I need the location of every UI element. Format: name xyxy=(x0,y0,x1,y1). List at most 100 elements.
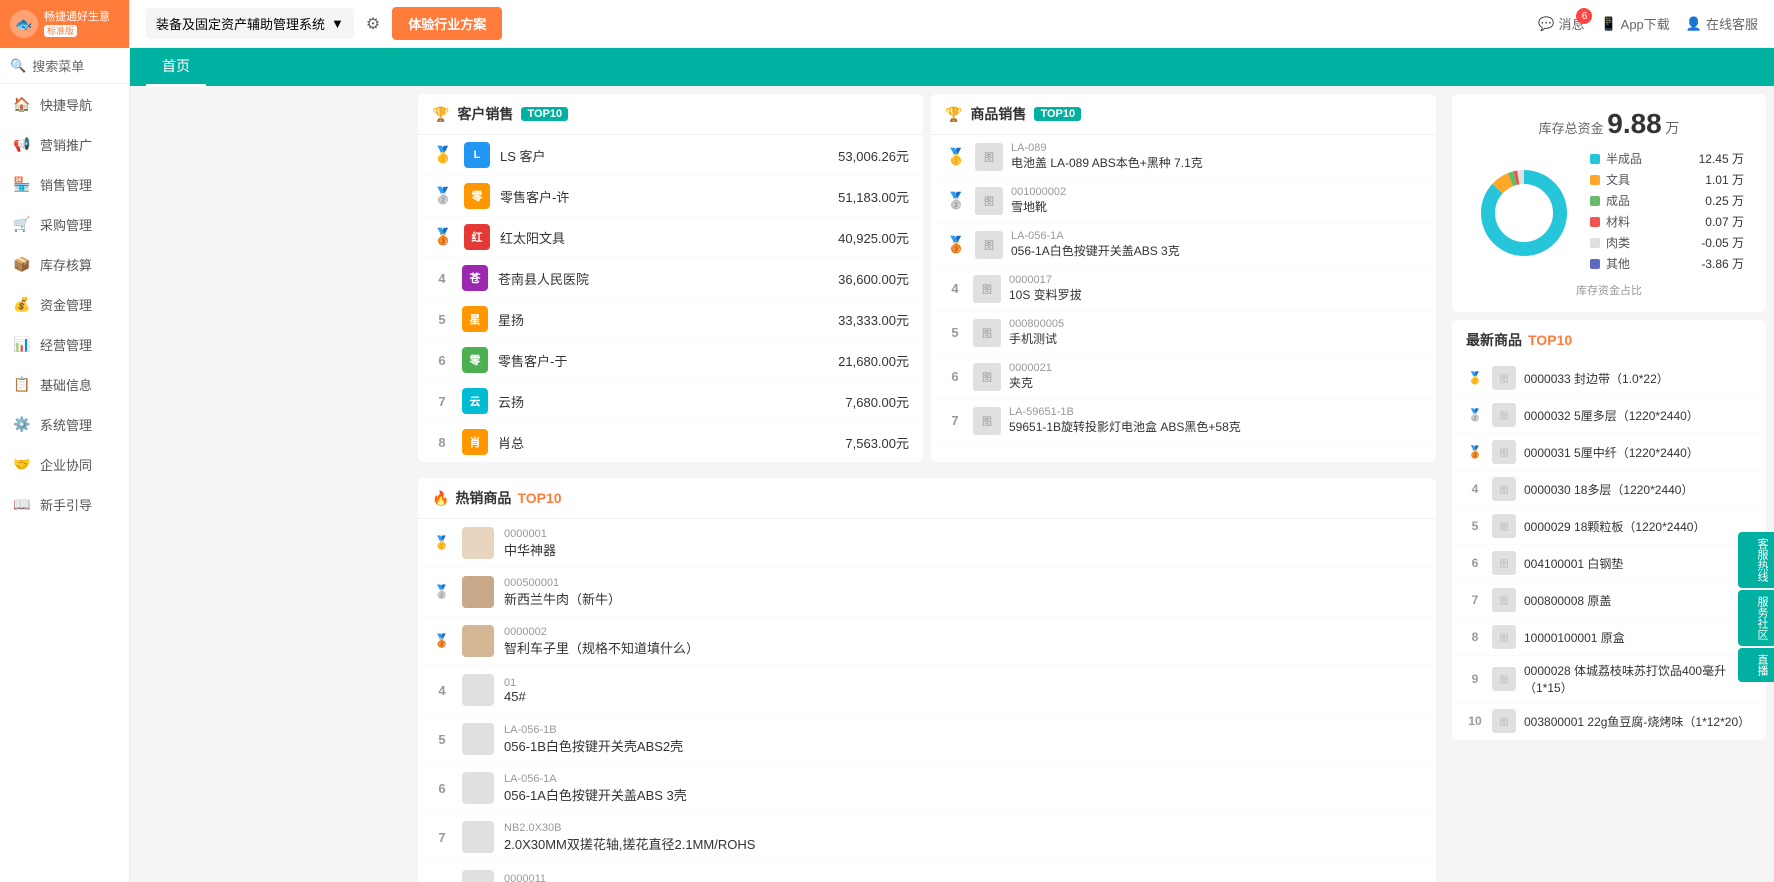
rank-item[interactable]: 🥇 L LS 客户 53,006.26元 xyxy=(418,135,923,176)
customer-value: 7,563.00元 xyxy=(845,433,909,452)
customer-name: 云扬 xyxy=(498,392,835,411)
customer-avatar: 肖 xyxy=(462,429,488,455)
new-product-item[interactable]: 🥉 图 0000031 5厘中纤（1220*2440） xyxy=(1452,434,1766,471)
new-product-thumb: 图 xyxy=(1492,403,1516,427)
hot-item[interactable]: 🥈 000500001 新西兰牛肉（新牛） xyxy=(418,568,1436,617)
rank-item[interactable]: 🥉 红 红太阳文具 40,925.00元 xyxy=(418,217,923,258)
hot-item[interactable]: 🥉 0000002 智利车子里（规格不知道填什么） xyxy=(418,617,1436,666)
sidebar-item-system[interactable]: ⚙️ 系统管理 xyxy=(0,404,129,444)
new-product-item[interactable]: 6 图 004100001 白钢垫 xyxy=(1452,545,1766,582)
sidebar-item-finance[interactable]: 💰 资金管理 xyxy=(0,284,129,324)
search-menu[interactable]: 🔍 搜索菜单 xyxy=(0,48,129,84)
settings-icon[interactable]: ⚙ xyxy=(366,14,380,34)
new-product-thumb: 图 xyxy=(1492,514,1516,538)
new-product-item[interactable]: 8 图 10000100001 原盒 xyxy=(1452,619,1766,656)
message-button[interactable]: 💬 消息 6 xyxy=(1538,14,1584,33)
hot-item[interactable]: 6 LA-056-1A 056-1A白色按键开关盖ABS 3壳 xyxy=(418,764,1436,813)
system-selector[interactable]: 装备及固定资产辅助管理系统 ▼ xyxy=(146,8,354,39)
product-rank-item[interactable]: 🥉 图 LA-056-1A 056-1A白色按键开关盖ABS 3克 xyxy=(931,223,1436,267)
product-rank-item[interactable]: 5 图 000800005 手机测试 xyxy=(931,311,1436,355)
newest-products-list: 🥇 图 0000033 封边带（1.0*22） 🥈 图 0000032 5厘多层… xyxy=(1452,360,1766,740)
product-rank-item[interactable]: 7 图 LA-59651-1B 59651-1B旋转投影灯电池盒 ABS黑色+5… xyxy=(931,399,1436,443)
new-product-item[interactable]: 7 图 000800008 原盖 xyxy=(1452,582,1766,619)
customer-value: 33,333.00元 xyxy=(838,310,909,329)
sidebar-item-purchase[interactable]: 🛒 采购管理 xyxy=(0,204,129,244)
header-right: 💬 消息 6 📱 App下载 👤 在线客服 xyxy=(1538,14,1758,33)
sidebar-item-quick-nav[interactable]: 🏠 快捷导航 xyxy=(0,84,129,124)
new-product-item[interactable]: 9 图 0000028 体城荔枝味苏打饮品400毫升（1*15） xyxy=(1452,656,1766,703)
new-product-item[interactable]: 4 图 0000030 18多层（1220*2440） xyxy=(1452,471,1766,508)
sidebar-item-cooperation[interactable]: 🤝 企业协同 xyxy=(0,444,129,484)
rank-item[interactable]: 4 苍 苍南县人民医院 36,600.00元 xyxy=(418,258,923,299)
donut-chart-container: 半成品 12.45 万 文具 1.01 万 成品 0.25 万 材料 0.07 … xyxy=(1466,150,1752,276)
float-customer-service[interactable]: 客服热线 xyxy=(1738,532,1774,588)
legend-item: 材料 0.07 万 xyxy=(1590,213,1744,230)
new-product-thumb: 图 xyxy=(1492,625,1516,649)
left-panel xyxy=(130,86,410,882)
product-info: 000800005 手机测试 xyxy=(1009,318,1422,347)
customer-value: 36,600.00元 xyxy=(838,269,909,288)
sidebar-item-guide[interactable]: 📖 新手引导 xyxy=(0,484,129,524)
rank-item[interactable]: 6 零 零售客户-于 21,680.00元 xyxy=(418,340,923,381)
hot-product-thumb xyxy=(462,674,494,706)
ranking-icon: 🏆 xyxy=(432,106,449,123)
online-service-button[interactable]: 👤 在线客服 xyxy=(1686,14,1758,33)
rank-item[interactable]: 7 云 云扬 7,680.00元 xyxy=(418,381,923,422)
hot-item[interactable]: 8 0000011 12070519-xs xyxy=(418,862,1436,882)
new-product-item[interactable]: 🥈 图 0000032 5厘多层（1220*2440） xyxy=(1452,397,1766,434)
medal-icon: 🥈 xyxy=(432,186,454,206)
legend-item: 文具 1.01 万 xyxy=(1590,171,1744,188)
sidebar-item-marketing[interactable]: 📢 营销推广 xyxy=(0,124,129,164)
hot-item[interactable]: 7 NB2.0X30B 2.0X30MM双搓花轴,搓花直径2.1MM/ROHS xyxy=(418,813,1436,862)
legend-item: 半成品 12.45 万 xyxy=(1590,150,1744,167)
message-icon: 💬 xyxy=(1538,16,1554,32)
sidebar-item-inventory[interactable]: 📦 库存核算 xyxy=(0,244,129,284)
hot-item[interactable]: 🥇 0000001 中华神器 xyxy=(418,519,1436,568)
product-thumb: 图 xyxy=(973,363,1001,391)
new-product-thumb: 图 xyxy=(1492,667,1516,691)
inventory-card: 库存总资金 9.88 万 xyxy=(1452,94,1766,312)
hot-product-thumb xyxy=(462,772,494,804)
operations-icon: 📊 xyxy=(12,334,32,354)
float-live[interactable]: 直播 xyxy=(1738,648,1774,682)
customer-name: 红太阳文具 xyxy=(500,228,828,247)
rank-number: 6 xyxy=(432,353,452,368)
marketing-icon: 📢 xyxy=(12,134,32,154)
new-product-item[interactable]: 10 图 003800001 22g鱼豆腐-烧烤味（1*12*20） xyxy=(1452,703,1766,740)
rank-number: 5 xyxy=(432,312,452,327)
sidebar-item-basics[interactable]: 📋 基础信息 xyxy=(0,364,129,404)
float-community[interactable]: 服务社区 xyxy=(1738,590,1774,646)
product-rank-item[interactable]: 6 图 0000021 夹克 xyxy=(931,355,1436,399)
hot-product-thumb xyxy=(462,870,494,882)
sidebar-item-operations[interactable]: 📊 经营管理 xyxy=(0,324,129,364)
rank-item[interactable]: 🥈 零 零售客户-许 51,183.00元 xyxy=(418,176,923,217)
search-icon: 🔍 xyxy=(10,58,26,74)
sidebar-item-sales[interactable]: 🏪 销售管理 xyxy=(0,164,129,204)
donut-chart xyxy=(1474,163,1574,263)
product-rank-item[interactable]: 🥇 图 LA-089 电池盖 LA-089 ABS本色+黑种 7.1克 xyxy=(931,135,1436,179)
top-header: 装备及固定资产辅助管理系统 ▼ ⚙ 体验行业方案 💬 消息 6 📱 App下载 … xyxy=(130,0,1774,48)
product-info: 0000017 10S 变料罗拔 xyxy=(1009,274,1422,303)
phone-icon: 📱 xyxy=(1600,16,1616,32)
hot-item[interactable]: 4 01 45# xyxy=(418,666,1436,715)
new-product-item[interactable]: 5 图 0000029 18颗粒板（1220*2440） xyxy=(1452,508,1766,545)
rank-item[interactable]: 8 肖 肖总 7,563.00元 xyxy=(418,422,923,462)
customer-avatar: 零 xyxy=(464,183,490,209)
hot-item[interactable]: 5 LA-056-1B 056-1B白色按键开关壳ABS2壳 xyxy=(418,715,1436,764)
legend-dot xyxy=(1590,259,1600,269)
customer-value: 21,680.00元 xyxy=(838,351,909,370)
tab-home[interactable]: 首页 xyxy=(146,48,206,86)
trial-button[interactable]: 体验行业方案 xyxy=(392,7,502,40)
customer-avatar: L xyxy=(464,142,490,168)
product-rank-item[interactable]: 🥈 图 001000002 雪地靴 xyxy=(931,179,1436,223)
new-product-item[interactable]: 🥇 图 0000033 封边带（1.0*22） xyxy=(1452,360,1766,397)
customer-rank-list: 🥇 L LS 客户 53,006.26元 🥈 零 零售客户-许 51,183.0… xyxy=(418,135,923,462)
service-icon: 👤 xyxy=(1686,16,1702,32)
app-download-button[interactable]: 📱 App下载 xyxy=(1600,14,1669,33)
medal-icon: 🥇 xyxy=(432,145,454,165)
product-info: 0000021 夹克 xyxy=(1009,362,1422,391)
rank-item[interactable]: 5 星 星扬 33,333.00元 xyxy=(418,299,923,340)
tab-bar: 首页 xyxy=(130,48,1774,86)
product-info: LA-089 电池盖 LA-089 ABS本色+黑种 7.1克 xyxy=(1011,142,1422,171)
product-rank-item[interactable]: 4 图 0000017 10S 变料罗拔 xyxy=(931,267,1436,311)
